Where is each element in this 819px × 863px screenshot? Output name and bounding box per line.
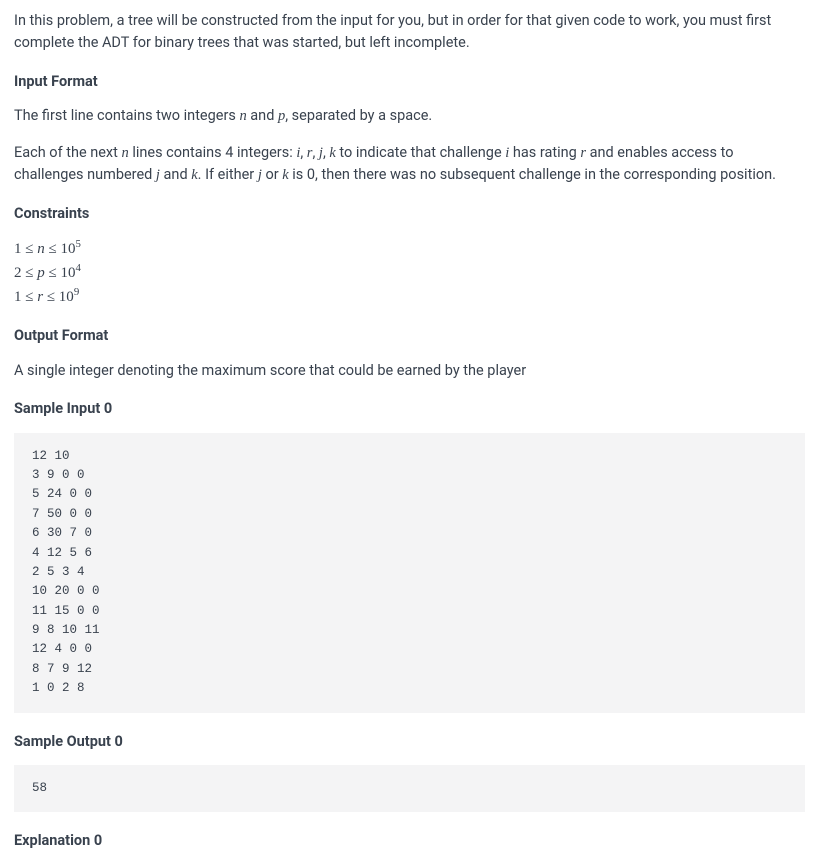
constraints-block: 1 ≤ n ≤ 105 2 ≤ p ≤ 104 1 ≤ r ≤ 109 xyxy=(14,237,805,309)
text: . If either xyxy=(198,166,258,183)
var-n: n xyxy=(239,108,246,124)
exponent: 5 xyxy=(75,238,80,250)
input-format-line2: Each of the next n lines contains 4 inte… xyxy=(14,142,805,187)
constraint-3: 1 ≤ r ≤ 109 xyxy=(14,285,805,309)
text: and xyxy=(160,166,191,183)
exponent: 9 xyxy=(74,286,79,298)
text: has rating xyxy=(509,144,580,161)
text: and xyxy=(247,107,278,124)
text: The first line contains two integers xyxy=(14,107,239,124)
text: 1 ≤ xyxy=(14,289,37,305)
heading-constraints: Constraints xyxy=(14,203,805,225)
heading-sample-output-0: Sample Output 0 xyxy=(14,731,805,753)
text: lines contains 4 integers: xyxy=(129,144,297,161)
input-format-line1: The first line contains two integers n a… xyxy=(14,105,805,127)
intro-paragraph: In this problem, a tree will be construc… xyxy=(14,10,805,55)
text: or xyxy=(262,166,282,183)
text: to indicate that challenge xyxy=(336,144,505,161)
text: ≤ 10 xyxy=(45,265,76,281)
heading-sample-input-0: Sample Input 0 xyxy=(14,398,805,420)
text: Each of the next xyxy=(14,144,121,161)
sample-input-0-code: 12 10 3 9 0 0 5 24 0 0 7 50 0 0 6 30 7 0… xyxy=(14,433,805,713)
text: 2 ≤ xyxy=(14,265,37,281)
exponent: 4 xyxy=(75,262,80,274)
text: 1 ≤ xyxy=(14,241,37,257)
text: ≤ 10 xyxy=(43,289,74,305)
var-n: n xyxy=(121,145,128,161)
sample-output-0-code: 58 xyxy=(14,765,805,812)
constraint-2: 2 ≤ p ≤ 104 xyxy=(14,261,805,285)
heading-input-format: Input Format xyxy=(14,71,805,93)
text: , separated by a space. xyxy=(285,107,432,124)
output-format-text: A single integer denoting the maximum sc… xyxy=(14,360,805,382)
var-n: n xyxy=(37,241,45,257)
text: is 0, then there was no subsequent chall… xyxy=(289,166,776,183)
var-p: p xyxy=(37,265,45,281)
constraint-1: 1 ≤ n ≤ 105 xyxy=(14,237,805,261)
heading-explanation-0: Explanation 0 xyxy=(14,830,805,852)
heading-output-format: Output Format xyxy=(14,325,805,347)
text: ≤ 10 xyxy=(45,241,76,257)
